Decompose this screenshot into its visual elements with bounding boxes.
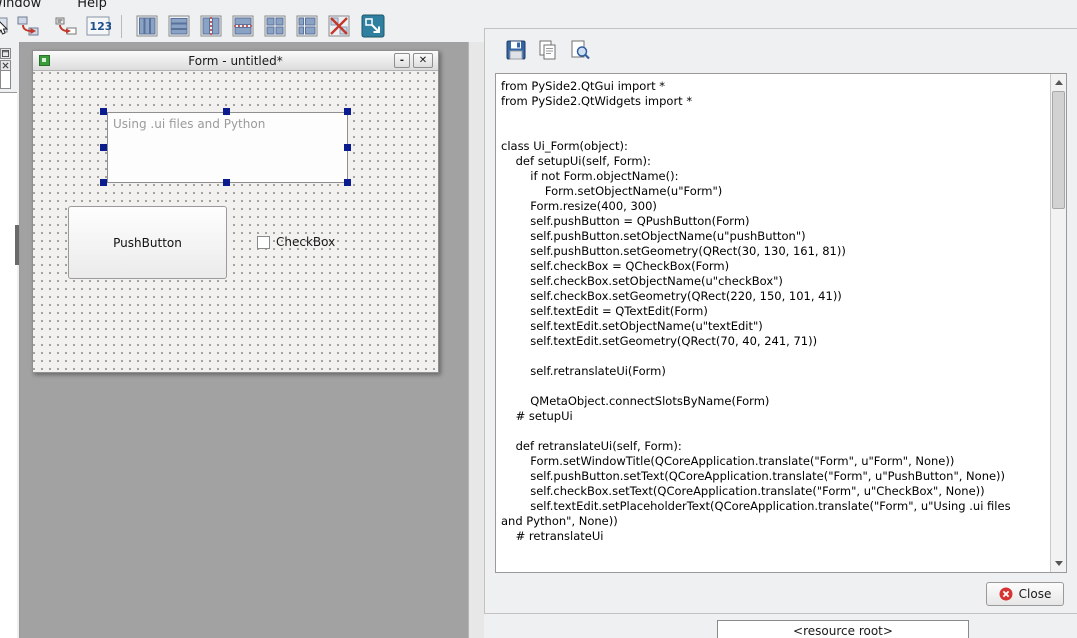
layout-vertical-button[interactable] bbox=[165, 12, 193, 40]
edit-tab-order-button[interactable]: 123 bbox=[84, 12, 112, 40]
pushbutton-widget[interactable]: PushButton bbox=[68, 206, 227, 279]
adjust-size-button[interactable] bbox=[359, 12, 387, 40]
selection-handle-bottom-left[interactable] bbox=[100, 179, 107, 186]
edit-buddies-icon bbox=[53, 13, 79, 39]
selection-handle-mid-right[interactable] bbox=[344, 144, 351, 151]
layout-vertical-icon bbox=[166, 13, 192, 39]
edit-widgets-icon bbox=[0, 13, 13, 39]
layout-form-icon bbox=[294, 13, 320, 39]
scrollbar-up-arrow[interactable] bbox=[1051, 75, 1066, 90]
layout-horizontal-splitter-button[interactable] bbox=[197, 12, 225, 40]
selection-handle-mid-left[interactable] bbox=[100, 144, 107, 151]
form-close-button[interactable]: ✕ bbox=[413, 53, 433, 68]
close-button-icon bbox=[999, 587, 1013, 601]
layout-vertical-splitter-icon bbox=[230, 13, 256, 39]
main-toolbar: 123 bbox=[0, 12, 480, 42]
code-view-frame: from PySide2.QtGui import * from PySide2… bbox=[495, 73, 1067, 573]
resource-browser-fragment: <resource root> bbox=[717, 620, 969, 638]
close-button-label: Close bbox=[1019, 587, 1052, 601]
edit-tab-order-icon: 123 bbox=[85, 13, 111, 39]
edit-widgets-button[interactable] bbox=[0, 12, 14, 40]
save-button[interactable] bbox=[504, 38, 528, 62]
scrollbar-down-arrow[interactable] bbox=[1051, 556, 1066, 571]
widget-box-list bbox=[0, 92, 17, 638]
copy-icon bbox=[537, 39, 559, 61]
dock-close-icon bbox=[2, 62, 9, 69]
layout-horizontal-splitter-icon bbox=[198, 13, 224, 39]
layout-horizontal-icon bbox=[134, 13, 160, 39]
layout-horizontal-button[interactable] bbox=[133, 12, 161, 40]
code-preview-dialog: from PySide2.QtGui import * from PySide2… bbox=[484, 28, 1077, 614]
layout-vertical-splitter-button[interactable] bbox=[229, 12, 257, 40]
selection-handle-top-mid[interactable] bbox=[223, 108, 230, 115]
mdi-scrollbar[interactable] bbox=[468, 42, 484, 638]
close-button[interactable]: Close bbox=[986, 582, 1064, 606]
code-scrollbar[interactable] bbox=[1050, 74, 1066, 572]
selection-handle-top-left[interactable] bbox=[100, 108, 107, 115]
dock-float-icon bbox=[2, 50, 9, 57]
dock-scrollbar-handle[interactable] bbox=[15, 225, 19, 265]
code-text: from PySide2.QtGui import * from PySide2… bbox=[496, 74, 1050, 572]
checkbox-label: CheckBox bbox=[276, 235, 335, 249]
layout-form-button[interactable] bbox=[293, 12, 321, 40]
break-layout-button[interactable] bbox=[325, 12, 353, 40]
svg-text:123: 123 bbox=[90, 20, 112, 33]
edit-signals-slots-icon bbox=[15, 13, 41, 39]
find-icon bbox=[569, 39, 591, 61]
qt-designer-app: { "colors": { "workspace_bg": "#a2a2a2",… bbox=[0, 0, 1077, 638]
edit-buddies-button[interactable] bbox=[52, 12, 80, 40]
textedit-widget[interactable]: Using .ui files and Python bbox=[107, 112, 348, 183]
selection-handle-top-right[interactable] bbox=[344, 108, 351, 115]
dock-float-button[interactable] bbox=[0, 48, 11, 59]
copy-button[interactable] bbox=[536, 38, 560, 62]
selection-handle-bottom-right[interactable] bbox=[344, 179, 351, 186]
save-icon bbox=[505, 39, 527, 61]
find-button[interactable] bbox=[568, 38, 592, 62]
checkbox-widget[interactable]: CheckBox bbox=[257, 234, 335, 250]
form-window-title: Form - untitled* bbox=[33, 54, 438, 68]
adjust-size-icon bbox=[360, 13, 386, 39]
scrollbar-handle[interactable] bbox=[1052, 91, 1065, 209]
resource-root-item[interactable]: <resource root> bbox=[793, 624, 893, 638]
layout-grid-icon bbox=[262, 13, 288, 39]
designer-form-window: Form - untitled* - ✕ Using .ui files and… bbox=[32, 50, 439, 373]
textedit-placeholder: Using .ui files and Python bbox=[113, 117, 265, 131]
checkbox-indicator[interactable] bbox=[257, 236, 270, 249]
form-minimize-button[interactable]: - bbox=[394, 53, 410, 68]
edit-signals-slots-button[interactable] bbox=[14, 12, 42, 40]
form-window-titlebar[interactable]: Form - untitled* - ✕ bbox=[33, 51, 438, 71]
widget-box-dock-fragment bbox=[0, 42, 20, 638]
toolbar-separator bbox=[121, 15, 122, 38]
layout-grid-button[interactable] bbox=[261, 12, 289, 40]
widget-box-filter-input[interactable] bbox=[0, 70, 11, 89]
selection-handle-bottom-mid[interactable] bbox=[223, 179, 230, 186]
break-layout-icon bbox=[326, 13, 352, 39]
